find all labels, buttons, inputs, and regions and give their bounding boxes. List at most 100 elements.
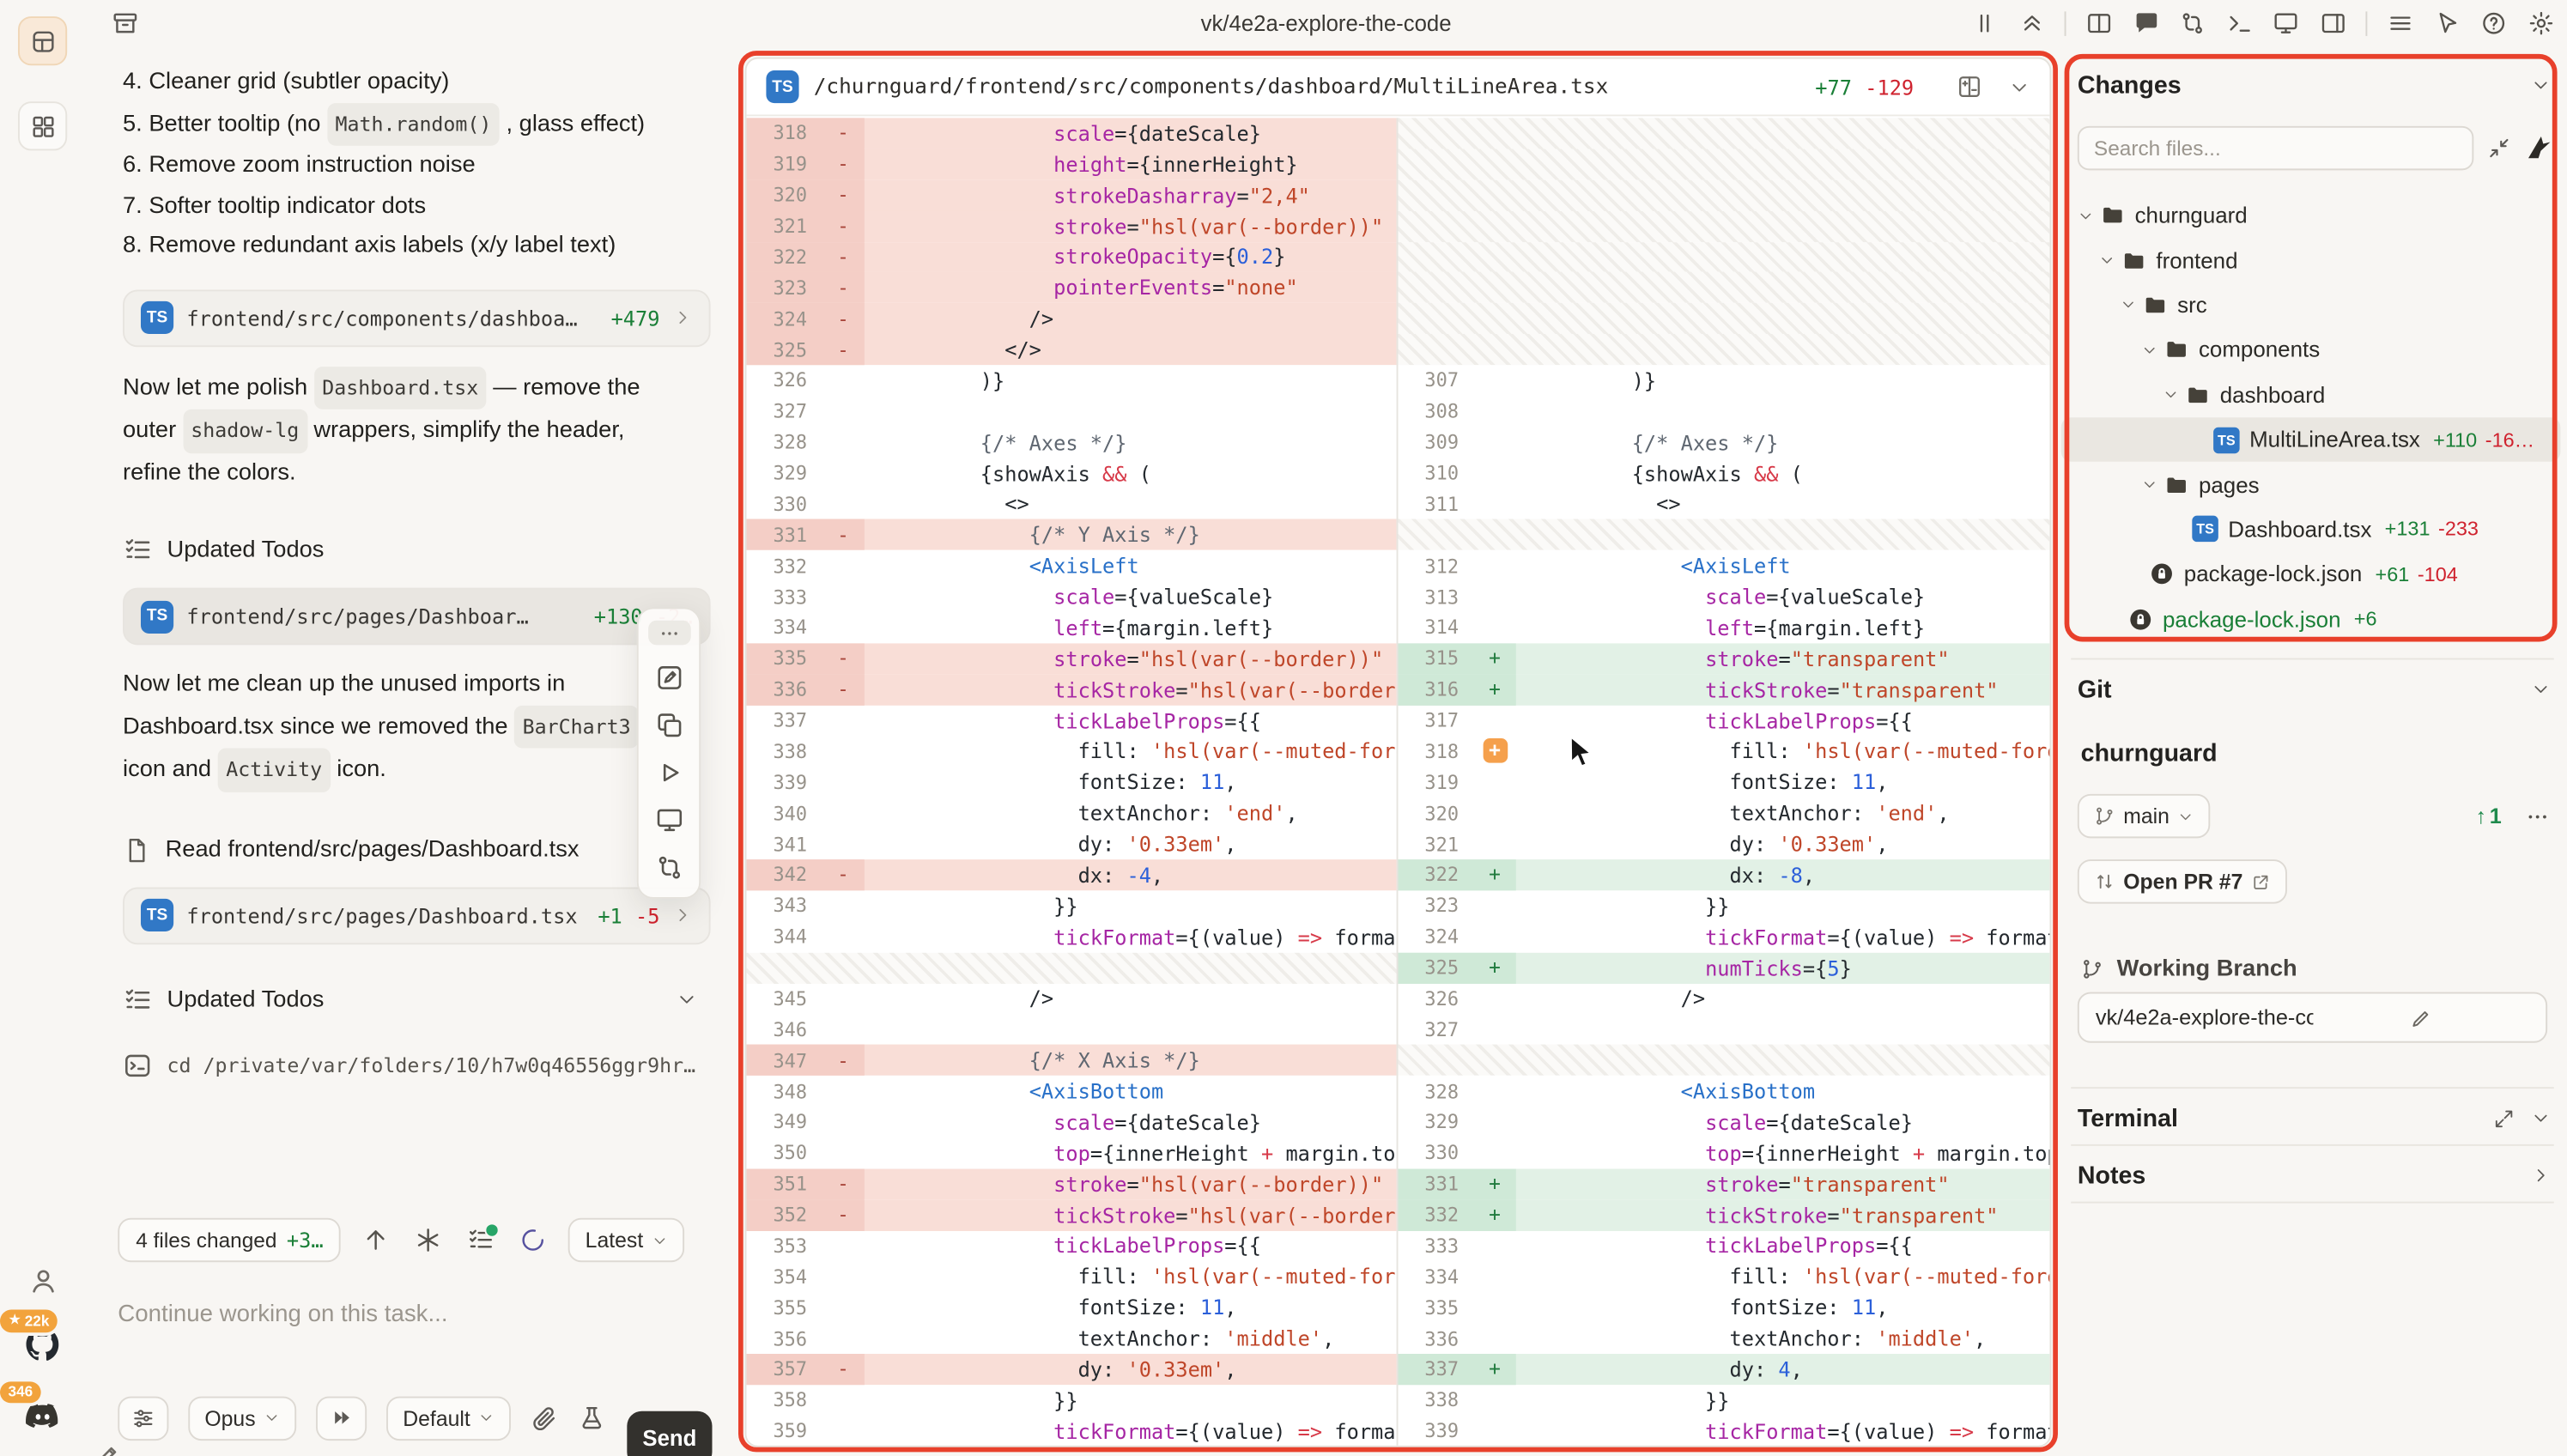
diff-code-line: strokeDasharray="2,4" bbox=[865, 183, 1397, 208]
sliders-icon bbox=[131, 1405, 156, 1430]
working-branch-input[interactable]: vk/4e2a-explore-the-code bbox=[2078, 992, 2547, 1043]
github-link[interactable]: ★22k bbox=[23, 1324, 63, 1368]
play-icon[interactable] bbox=[654, 758, 683, 787]
collapse-tree-button[interactable] bbox=[2487, 135, 2512, 160]
terminal-command-row[interactable]: cd /private/var/folders/10/h7w0q46556ggr… bbox=[123, 1050, 711, 1079]
fast-forward-button[interactable] bbox=[316, 1396, 367, 1440]
chevron-down-icon[interactable] bbox=[2531, 679, 2551, 699]
line-number: 348 bbox=[747, 1080, 822, 1103]
panel-layout-icon[interactable] bbox=[2085, 9, 2112, 36]
spinner-icon[interactable] bbox=[519, 1226, 547, 1253]
grid-tab[interactable] bbox=[18, 101, 67, 150]
tree-folder[interactable]: churnguard bbox=[2061, 193, 2561, 238]
add-comment-button[interactable]: + bbox=[1483, 739, 1508, 764]
attach-button[interactable] bbox=[531, 1404, 558, 1431]
chat-bubble-icon[interactable] bbox=[2133, 9, 2159, 36]
ellipsis-icon[interactable] bbox=[647, 621, 690, 646]
open-pr-button[interactable]: Open PR #7 bbox=[2078, 859, 2287, 903]
text-segment: 0.2 bbox=[1237, 245, 1274, 270]
tree-file[interactable]: TSMultiLineArea.tsx+110-16… bbox=[2061, 417, 2561, 462]
tree-folder[interactable]: pages bbox=[2061, 462, 2561, 507]
experiments-button[interactable] bbox=[579, 1404, 606, 1431]
folder-icon bbox=[2186, 383, 2211, 408]
up-arrow-icon[interactable] bbox=[362, 1226, 390, 1253]
diff-row: 347- {/* X Axis */} bbox=[747, 1045, 1397, 1076]
chevron-down-icon[interactable] bbox=[2531, 76, 2551, 95]
file-chip[interactable]: TS frontend/src/pages/Dashboard.tsx +1 -… bbox=[123, 887, 711, 944]
terminal-icon[interactable] bbox=[2225, 9, 2252, 36]
chevron-down-icon[interactable] bbox=[677, 989, 698, 1010]
file-chip[interactable]: TS frontend/src/components/dashboa… +479 bbox=[123, 289, 711, 347]
line-number: 333 bbox=[747, 585, 822, 609]
search-input[interactable] bbox=[2078, 125, 2473, 169]
checklist-icon[interactable] bbox=[467, 1226, 495, 1253]
chevron-down-icon[interactable] bbox=[2099, 252, 2115, 269]
git-section-header[interactable]: Git bbox=[2078, 673, 2551, 706]
send-button[interactable]: Send bbox=[627, 1410, 712, 1456]
branch-dropdown[interactable]: main bbox=[2078, 794, 2211, 838]
git-compare-icon[interactable] bbox=[654, 852, 683, 882]
chevron-down-icon[interactable] bbox=[2141, 476, 2157, 493]
chevron-down-icon[interactable] bbox=[2078, 208, 2094, 224]
chevron-down-icon[interactable] bbox=[2531, 1108, 2551, 1128]
monitor-icon[interactable] bbox=[2273, 9, 2299, 36]
edit-branch-button[interactable] bbox=[2312, 1006, 2529, 1029]
git-compare-icon[interactable] bbox=[2179, 9, 2206, 36]
read-file-row[interactable]: Read frontend/src/pages/Dashboard.tsx bbox=[123, 835, 711, 863]
changes-section-header[interactable]: Changes bbox=[2078, 69, 2551, 101]
divider bbox=[2065, 10, 2066, 35]
diff-view-toggle[interactable] bbox=[1957, 74, 1983, 100]
sidebar-right-icon[interactable] bbox=[2319, 9, 2345, 36]
mode-dropdown[interactable]: Default bbox=[386, 1396, 511, 1440]
settings-sliders-button[interactable] bbox=[118, 1396, 168, 1440]
archive-icon[interactable] bbox=[112, 9, 139, 36]
tree-folder[interactable]: dashboard bbox=[2061, 373, 2561, 417]
terminal-section-header[interactable]: Terminal bbox=[2078, 1101, 2551, 1134]
discord-link[interactable]: 346 bbox=[23, 1396, 63, 1440]
monitor-icon[interactable] bbox=[654, 805, 683, 834]
notes-section-header[interactable]: Notes bbox=[2078, 1159, 2551, 1192]
line-number: 319 bbox=[1398, 771, 1473, 794]
tree-folder[interactable]: components bbox=[2061, 328, 2561, 373]
pen-button[interactable] bbox=[92, 1441, 121, 1456]
todos-row[interactable]: Updated Todos bbox=[123, 536, 711, 565]
tree-file[interactable]: TSDashboard.tsx+131-233 bbox=[2061, 507, 2561, 552]
menu-icon[interactable] bbox=[2387, 9, 2413, 36]
chevron-down-icon[interactable] bbox=[2120, 297, 2136, 313]
chevron-down-icon[interactable] bbox=[2141, 342, 2157, 358]
workspace-tab[interactable] bbox=[18, 16, 67, 65]
conductor-bird-icon[interactable] bbox=[2524, 132, 2553, 161]
square-pen-icon[interactable] bbox=[654, 663, 683, 692]
changes-file-tree: churnguard frontend srccomponentsdashboard… bbox=[2054, 193, 2567, 641]
chat-input[interactable] bbox=[118, 1301, 712, 1327]
git-more-button[interactable] bbox=[2524, 803, 2551, 829]
chevron-down-icon[interactable] bbox=[2163, 387, 2179, 403]
folder-icon bbox=[2143, 293, 2168, 318]
chevron-right-icon[interactable] bbox=[2531, 1166, 2551, 1186]
pause-icon[interactable] bbox=[1971, 9, 1998, 36]
tree-folder[interactable]: src bbox=[2061, 282, 2561, 327]
line-number: 335 bbox=[1398, 1296, 1473, 1320]
tree-file[interactable]: package-lock.json+6 bbox=[2061, 597, 2561, 641]
cursor-icon[interactable] bbox=[2434, 9, 2461, 36]
sparkle-icon[interactable] bbox=[415, 1226, 442, 1253]
todos-row[interactable]: Updated Todos bbox=[123, 985, 711, 1014]
tree-file[interactable]: package-lock.json+61-104 bbox=[2061, 552, 2561, 597]
expand-terminal-button[interactable] bbox=[2493, 1107, 2515, 1129]
added-count: +1 bbox=[598, 903, 622, 928]
folder-name: frontend bbox=[2156, 248, 2237, 273]
files-changed-chip[interactable]: 4 files changed +3… bbox=[118, 1218, 341, 1262]
help-icon[interactable] bbox=[2480, 9, 2507, 36]
model-dropdown[interactable]: Opus bbox=[188, 1396, 296, 1440]
diff-collapse-button[interactable] bbox=[2009, 76, 2030, 98]
version-dropdown[interactable]: Latest bbox=[569, 1218, 684, 1262]
gear-icon[interactable] bbox=[2527, 9, 2553, 36]
account-button[interactable] bbox=[27, 1265, 58, 1295]
tree-folder[interactable]: frontend bbox=[2061, 238, 2561, 282]
text-segment: {/* Axes */} bbox=[907, 430, 1126, 455]
text-segment: stroke bbox=[1705, 1172, 1778, 1197]
copy-icon[interactable] bbox=[654, 711, 683, 740]
diff-code-line: fontSize: 11, bbox=[1516, 770, 2050, 795]
chevrons-up-icon[interactable] bbox=[2018, 9, 2044, 36]
file-chip-selected[interactable]: TS frontend/src/pages/Dashboar… +130 -2… bbox=[123, 588, 711, 646]
